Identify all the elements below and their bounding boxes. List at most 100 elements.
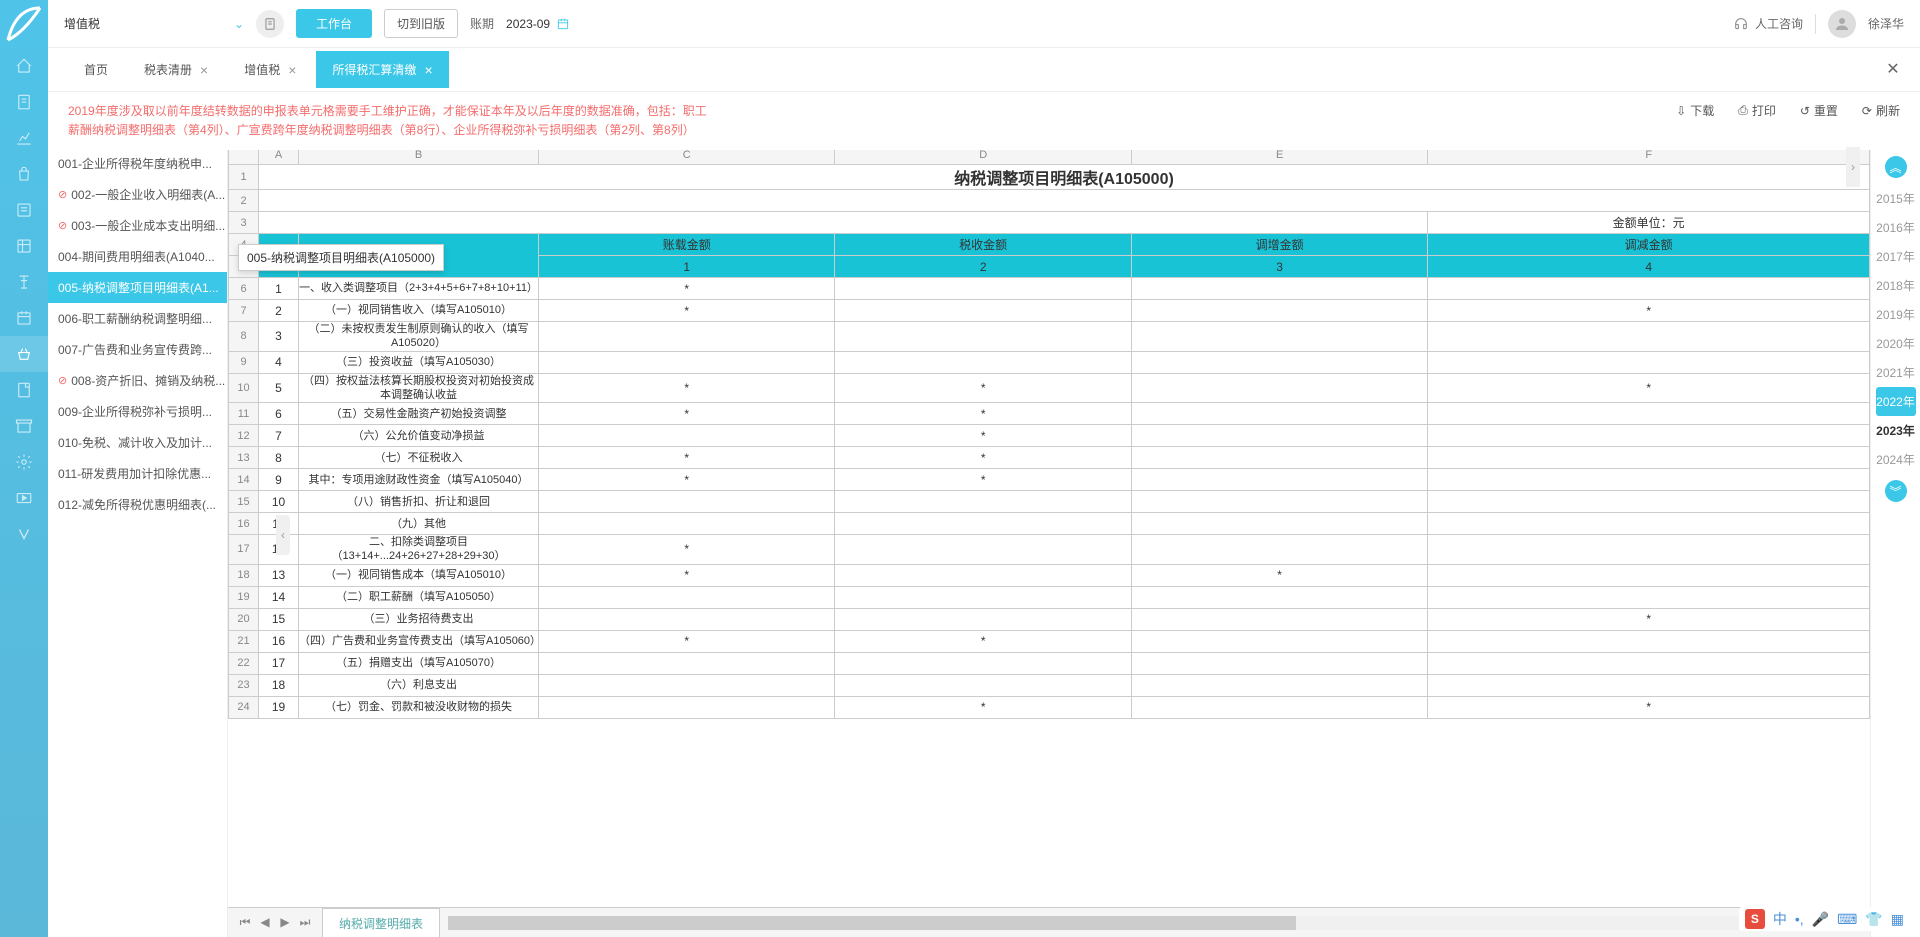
data-cell[interactable]: * bbox=[539, 300, 835, 322]
data-cell[interactable] bbox=[1131, 469, 1427, 491]
year-2015年[interactable]: 2015年 bbox=[1876, 184, 1916, 213]
sheet-next[interactable]: ▶ bbox=[276, 915, 294, 930]
data-cell[interactable] bbox=[1131, 608, 1427, 630]
data-cell[interactable]: * bbox=[539, 630, 835, 652]
ime-lang[interactable]: 中 bbox=[1773, 909, 1787, 929]
data-cell[interactable] bbox=[835, 491, 1131, 513]
data-cell[interactable] bbox=[1428, 535, 1870, 565]
old-version-button[interactable]: 切到旧版 bbox=[384, 9, 458, 38]
nav-archive-icon[interactable] bbox=[0, 408, 48, 444]
ime-mic-icon[interactable]: 🎤 bbox=[1812, 911, 1829, 928]
year-2017年[interactable]: 2017年 bbox=[1876, 242, 1916, 271]
data-cell[interactable] bbox=[539, 608, 835, 630]
data-cell[interactable] bbox=[1428, 469, 1870, 491]
data-cell[interactable]: * bbox=[835, 696, 1131, 718]
data-cell[interactable] bbox=[1428, 630, 1870, 652]
year-2016年[interactable]: 2016年 bbox=[1876, 213, 1916, 242]
data-cell[interactable] bbox=[539, 696, 835, 718]
nav-home-icon[interactable] bbox=[0, 48, 48, 84]
support-button[interactable]: 人工咨询 bbox=[1733, 15, 1803, 32]
data-cell[interactable] bbox=[1428, 652, 1870, 674]
data-cell[interactable] bbox=[835, 608, 1131, 630]
data-cell[interactable] bbox=[1131, 535, 1427, 565]
nav-chart-icon[interactable] bbox=[0, 120, 48, 156]
refresh-button[interactable]: ⟳刷新 bbox=[1862, 102, 1900, 119]
data-cell[interactable] bbox=[1428, 351, 1870, 373]
spreadsheet-grid[interactable]: ABCDEF1纳税调整项目明细表(A105000)23金额单位：元4行次项 目账… bbox=[228, 144, 1870, 719]
sheet-last[interactable]: ⏭ bbox=[296, 915, 314, 930]
year-2022年[interactable]: 2022年 bbox=[1876, 387, 1916, 416]
data-cell[interactable] bbox=[835, 351, 1131, 373]
form-item[interactable]: 005-纳税调整项目明细表(A1... bbox=[48, 272, 227, 303]
data-cell[interactable] bbox=[539, 586, 835, 608]
tab-close-icon[interactable]: × bbox=[288, 62, 296, 78]
form-item[interactable]: ⊘008-资产折旧、摊销及纳税... bbox=[48, 365, 227, 396]
year-scroll-down[interactable]: ︾ bbox=[1885, 480, 1907, 502]
data-cell[interactable] bbox=[1131, 491, 1427, 513]
workbench-button[interactable]: 工作台 bbox=[296, 9, 372, 38]
data-cell[interactable] bbox=[539, 425, 835, 447]
tab-所得税汇算清缴[interactable]: 所得税汇算清缴× bbox=[316, 51, 448, 88]
ime-punct-icon[interactable]: •, bbox=[1795, 911, 1804, 927]
download-button[interactable]: ⇩下载 bbox=[1676, 102, 1714, 119]
close-all-tabs[interactable]: ✕ bbox=[1882, 58, 1904, 80]
year-2019年[interactable]: 2019年 bbox=[1876, 300, 1916, 329]
reset-button[interactable]: ↺重置 bbox=[1800, 102, 1838, 119]
ime-logo-icon[interactable]: S bbox=[1745, 909, 1765, 929]
nav-calendar-icon[interactable] bbox=[0, 300, 48, 336]
data-cell[interactable] bbox=[539, 674, 835, 696]
data-cell[interactable] bbox=[835, 322, 1131, 352]
company-dropdown[interactable]: 增值税 ⌄ bbox=[64, 15, 244, 32]
app-logo[interactable] bbox=[0, 0, 48, 48]
year-2021年[interactable]: 2021年 bbox=[1876, 358, 1916, 387]
nav-basket-icon[interactable] bbox=[0, 336, 48, 372]
data-cell[interactable] bbox=[1131, 513, 1427, 535]
nav-v-icon[interactable] bbox=[0, 516, 48, 552]
data-cell[interactable] bbox=[1131, 674, 1427, 696]
expand-handle[interactable]: › bbox=[1846, 147, 1860, 187]
nav-video-icon[interactable] bbox=[0, 480, 48, 516]
grid-wrapper[interactable]: ABCDEF1纳税调整项目明细表(A105000)23金额单位：元4行次项 目账… bbox=[228, 144, 1870, 907]
year-2018年[interactable]: 2018年 bbox=[1876, 271, 1916, 300]
nav-list-icon[interactable] bbox=[0, 192, 48, 228]
data-cell[interactable] bbox=[539, 652, 835, 674]
collapse-handle[interactable]: ‹ bbox=[276, 515, 290, 555]
data-cell[interactable]: * bbox=[1428, 608, 1870, 630]
data-cell[interactable] bbox=[1428, 403, 1870, 425]
year-2023年[interactable]: 2023年 bbox=[1876, 416, 1916, 445]
tab-增值税[interactable]: 增值税× bbox=[228, 51, 312, 88]
nav-bag-icon[interactable] bbox=[0, 156, 48, 192]
data-cell[interactable] bbox=[835, 513, 1131, 535]
form-item[interactable]: 001-企业所得税年度纳税申... bbox=[48, 148, 227, 179]
sheet-first[interactable]: ⏮ bbox=[236, 915, 254, 930]
data-cell[interactable] bbox=[1131, 696, 1427, 718]
data-cell[interactable]: * bbox=[835, 425, 1131, 447]
data-cell[interactable]: * bbox=[539, 447, 835, 469]
tab-close-icon[interactable]: × bbox=[200, 62, 208, 78]
user-avatar[interactable] bbox=[1828, 10, 1856, 38]
data-cell[interactable] bbox=[1131, 425, 1427, 447]
data-cell[interactable] bbox=[1428, 674, 1870, 696]
form-item[interactable]: 006-职工薪酬纳税调整明细... bbox=[48, 303, 227, 334]
nav-doc-icon[interactable] bbox=[0, 84, 48, 120]
year-scroll-up[interactable]: ︽ bbox=[1885, 156, 1907, 178]
data-cell[interactable]: * bbox=[1131, 564, 1427, 586]
data-cell[interactable]: * bbox=[835, 447, 1131, 469]
note-icon-button[interactable] bbox=[256, 10, 284, 38]
nav-tax-icon[interactable] bbox=[0, 264, 48, 300]
data-cell[interactable] bbox=[1428, 278, 1870, 300]
data-cell[interactable] bbox=[1428, 564, 1870, 586]
data-cell[interactable] bbox=[1131, 278, 1427, 300]
form-item[interactable]: ⊘003-一般企业成本支出明细... bbox=[48, 210, 227, 241]
period-picker[interactable]: 2023-09 bbox=[506, 17, 570, 31]
data-cell[interactable]: * bbox=[1428, 300, 1870, 322]
data-cell[interactable] bbox=[539, 513, 835, 535]
form-item[interactable]: 010-免税、减计收入及加计... bbox=[48, 427, 227, 458]
data-cell[interactable] bbox=[835, 564, 1131, 586]
ime-keyboard-icon[interactable]: ⌨ bbox=[1837, 911, 1857, 928]
ime-skin-icon[interactable]: 👕 bbox=[1865, 911, 1882, 928]
form-item[interactable]: 004-期间费用明细表(A1040... bbox=[48, 241, 227, 272]
form-item[interactable]: 012-减免所得税优惠明细表(... bbox=[48, 489, 227, 520]
ime-menu-icon[interactable]: ▦ bbox=[1891, 911, 1904, 928]
data-cell[interactable] bbox=[835, 586, 1131, 608]
